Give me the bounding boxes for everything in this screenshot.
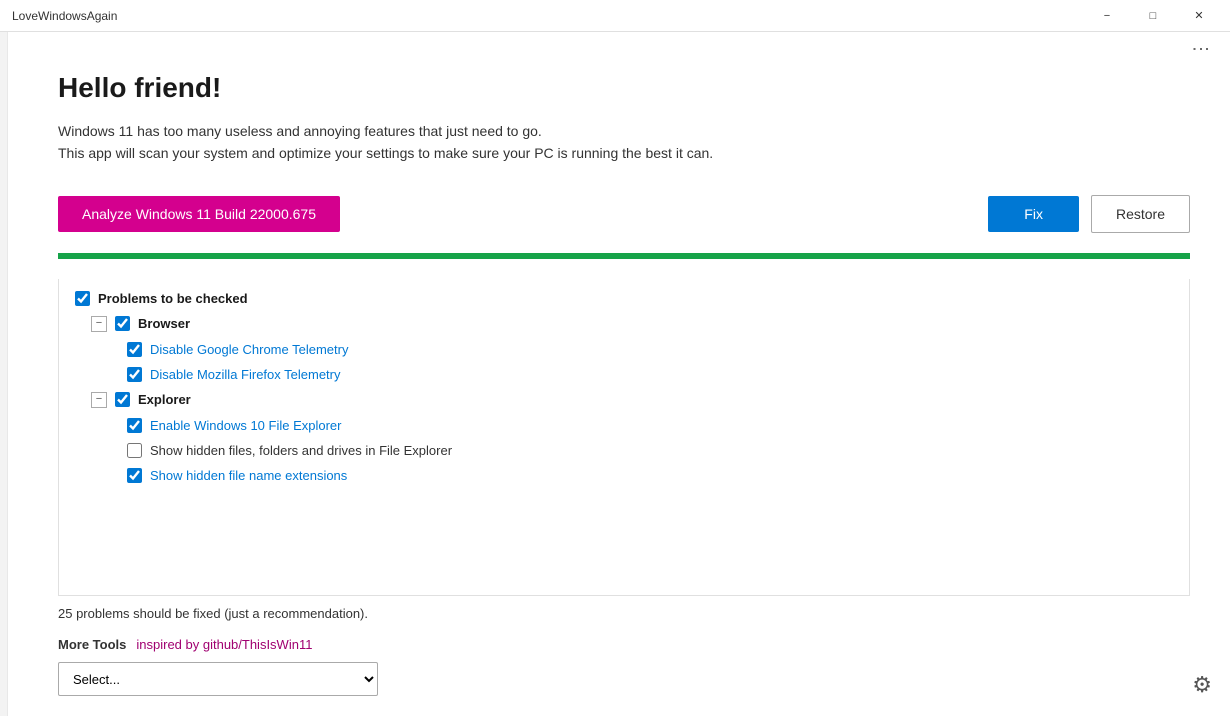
- hidden-files-label[interactable]: Show hidden files, folders and drives in…: [150, 443, 452, 458]
- titlebar: LoveWindowsAgain − □ ✕: [0, 0, 1230, 32]
- problems-count: 25 problems should be fixed (just a reco…: [58, 606, 1190, 621]
- explorer-collapse-btn[interactable]: −: [91, 392, 107, 408]
- three-dot-menu[interactable]: ⋮: [1192, 40, 1210, 56]
- firefox-telemetry-checkbox[interactable]: [127, 367, 142, 382]
- content-area: ⋮ Hello friend! Windows 11 has too many …: [8, 32, 1230, 716]
- root-label[interactable]: Problems to be checked: [98, 291, 248, 306]
- tools-dropdown[interactable]: Select... Tool 1 Tool 2 Tool 3: [58, 662, 378, 696]
- description-line2: This app will scan your system and optim…: [58, 145, 713, 161]
- chrome-telemetry-checkbox[interactable]: [127, 342, 142, 357]
- progress-bar-fill: [58, 253, 1190, 259]
- restore-button[interactable]: Restore: [1091, 195, 1190, 233]
- browser-category: − Browser: [91, 316, 1173, 332]
- fix-button[interactable]: Fix: [988, 196, 1079, 232]
- win10-explorer-checkbox[interactable]: [127, 418, 142, 433]
- window-controls: − □ ✕: [1084, 0, 1222, 32]
- actions-row: Analyze Windows 11 Build 22000.675 Fix R…: [58, 195, 1190, 233]
- more-tools-label: More Tools: [58, 637, 126, 652]
- more-tools-row: More Tools inspired by github/ThisIsWin1…: [58, 637, 1190, 652]
- root-check-item: Problems to be checked: [75, 291, 1173, 306]
- app-title: LoveWindowsAgain: [12, 9, 117, 23]
- browser-label[interactable]: Browser: [138, 316, 190, 331]
- page-title: Hello friend!: [58, 72, 1190, 104]
- browser-checkbox[interactable]: [115, 316, 130, 331]
- minimize-button[interactable]: −: [1084, 0, 1130, 32]
- progress-bar-container: [58, 253, 1190, 259]
- hidden-files-item: Show hidden files, folders and drives in…: [127, 443, 1173, 458]
- chrome-telemetry-item: Disable Google Chrome Telemetry: [127, 342, 1173, 357]
- firefox-telemetry-item: Disable Mozilla Firefox Telemetry: [127, 367, 1173, 382]
- browser-collapse-btn[interactable]: −: [91, 316, 107, 332]
- explorer-checkbox[interactable]: [115, 392, 130, 407]
- hidden-files-checkbox[interactable]: [127, 443, 142, 458]
- main-area: ⋮ Hello friend! Windows 11 has too many …: [0, 32, 1230, 716]
- firefox-telemetry-label[interactable]: Disable Mozilla Firefox Telemetry: [150, 367, 341, 382]
- chrome-telemetry-label[interactable]: Disable Google Chrome Telemetry: [150, 342, 348, 357]
- explorer-label[interactable]: Explorer: [138, 392, 191, 407]
- description: Windows 11 has too many useless and anno…: [58, 120, 1190, 165]
- hidden-extensions-label[interactable]: Show hidden file name extensions: [150, 468, 347, 483]
- checklist-area: Problems to be checked − Browser Disable…: [58, 279, 1190, 596]
- description-line1: Windows 11 has too many useless and anno…: [58, 123, 542, 139]
- hidden-extensions-item: Show hidden file name extensions: [127, 468, 1173, 483]
- maximize-button[interactable]: □: [1130, 0, 1176, 32]
- sidebar-strip: [0, 32, 8, 716]
- win10-explorer-label[interactable]: Enable Windows 10 File Explorer: [150, 418, 341, 433]
- hidden-extensions-checkbox[interactable]: [127, 468, 142, 483]
- gear-icon[interactable]: ⚙: [1192, 672, 1212, 698]
- root-checkbox[interactable]: [75, 291, 90, 306]
- close-button[interactable]: ✕: [1176, 0, 1222, 32]
- explorer-category: − Explorer: [91, 392, 1173, 408]
- analyze-button[interactable]: Analyze Windows 11 Build 22000.675: [58, 196, 340, 232]
- win10-explorer-item: Enable Windows 10 File Explorer: [127, 418, 1173, 433]
- more-tools-link[interactable]: inspired by github/ThisIsWin11: [136, 637, 312, 652]
